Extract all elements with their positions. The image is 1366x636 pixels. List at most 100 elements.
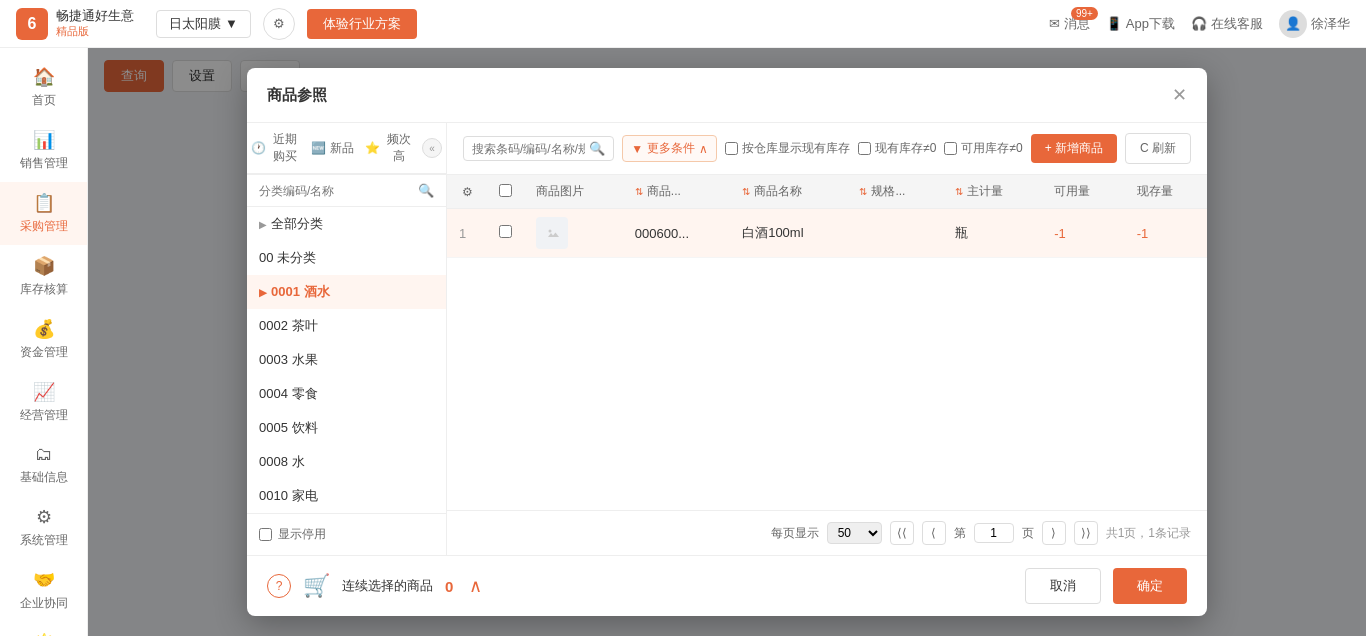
sidebar-item-sales[interactable]: 📊 销售管理	[0, 119, 87, 182]
category-item-all[interactable]: ▶ 全部分类	[247, 207, 446, 241]
table-row[interactable]: 1	[447, 209, 1207, 258]
store-selector[interactable]: 日太阳膜 ▼	[156, 10, 251, 38]
modal-close-button[interactable]: ✕	[1172, 84, 1187, 106]
th-product-code: ⇅ 商品...	[623, 175, 730, 209]
page-number-input[interactable]	[974, 523, 1014, 543]
new-icon: 🆕	[311, 141, 326, 155]
page-of-label: 页	[1022, 525, 1034, 542]
add-product-button[interactable]: + 新增商品	[1031, 134, 1117, 163]
collapse-left-button[interactable]: «	[422, 138, 442, 158]
online-service-nav-item[interactable]: 🎧 在线客服	[1191, 15, 1263, 33]
stock-not-zero-checkbox[interactable]	[858, 142, 871, 155]
sort-icon-name: ⇅	[742, 186, 750, 197]
sidebar-item-finance[interactable]: 💰 资金管理	[0, 308, 87, 371]
th-product-image: 商品图片	[524, 175, 623, 209]
message-badge: 99+	[1071, 7, 1098, 20]
nav-icons: ✉ 消息 99+ 📱 App下载 🎧 在线客服 👤 徐泽华	[1049, 10, 1350, 38]
tab-high-frequency[interactable]: ⭐ 频次高	[361, 123, 418, 173]
cell-image	[524, 209, 623, 258]
help-button[interactable]: ?	[267, 574, 291, 598]
checkbox-stock-not-zero[interactable]: 现有库存≠0	[858, 140, 936, 157]
operations-icon: 📈	[33, 381, 55, 403]
arrow-active-icon: ▶	[259, 287, 267, 298]
modal-title: 商品参照	[267, 86, 327, 105]
gear-button[interactable]: ⚙	[263, 8, 295, 40]
category-item-water[interactable]: 0008 水	[247, 445, 446, 479]
th-spec: ⇅ 规格...	[847, 175, 943, 209]
display-disabled-checkbox[interactable]	[259, 528, 272, 541]
category-label-liquor: 0001 酒水	[271, 283, 330, 301]
finance-icon: 💰	[33, 318, 55, 340]
category-item-fruit[interactable]: 0003 水果	[247, 343, 446, 377]
category-label-tea: 0002 茶叶	[259, 317, 318, 335]
inventory-icon: 📦	[33, 255, 55, 277]
last-page-button[interactable]: ⟩⟩	[1074, 521, 1098, 545]
category-search-input[interactable]	[259, 184, 414, 198]
sidebar-item-inventory[interactable]: 📦 库存核算	[0, 245, 87, 308]
username-label: 徐泽华	[1311, 15, 1350, 33]
category-item-appliance[interactable]: 0010 家电	[247, 479, 446, 513]
cart-icon[interactable]: 🛒	[303, 573, 330, 599]
category-item-snacks[interactable]: 0004 零食	[247, 377, 446, 411]
sidebar-item-system[interactable]: ⚙ 系统管理	[0, 496, 87, 559]
cell-name: 白酒100ml	[730, 209, 847, 258]
sidebar-label-inventory: 库存核算	[20, 281, 68, 298]
sidebar-item-home[interactable]: 🏠 首页	[0, 56, 87, 119]
prev-page-button[interactable]: ⟨	[922, 521, 946, 545]
category-label-fruit: 0003 水果	[259, 351, 318, 369]
user-avatar[interactable]: 👤 徐泽华	[1279, 10, 1350, 38]
cancel-button[interactable]: 取消	[1025, 568, 1101, 604]
avatar-icon: 👤	[1279, 10, 1307, 38]
page-label: 第	[954, 525, 966, 542]
sidebar-label-enterprise: 企业协同	[20, 595, 68, 612]
app-download-label: App下载	[1126, 15, 1175, 33]
category-label-snacks: 0004 零食	[259, 385, 318, 403]
stock-not-zero-label: 现有库存≠0	[875, 140, 936, 157]
category-label-uncategorized: 00 未分类	[259, 249, 316, 267]
category-item-beverage[interactable]: 0005 饮料	[247, 411, 446, 445]
arrow-right-icon: ▶	[259, 219, 267, 230]
page-size-select[interactable]: 50 20 100	[827, 522, 882, 544]
app-download-nav-item[interactable]: 📱 App下载	[1106, 15, 1175, 33]
system-icon: ⚙	[36, 506, 52, 528]
select-all-checkbox[interactable]	[499, 184, 512, 197]
category-item-uncategorized[interactable]: 00 未分类	[247, 241, 446, 275]
warehouse-stock-checkbox[interactable]	[725, 142, 738, 155]
checkbox-available-not-zero[interactable]: 可用库存≠0	[944, 140, 1022, 157]
modal-body: 🕐 近期购买 🆕 新品 ⭐ 频次高 «	[247, 123, 1207, 555]
category-label-beverage: 0005 饮料	[259, 419, 318, 437]
sidebar-item-guide[interactable]: 🌟 新手引导	[0, 622, 87, 636]
available-not-zero-checkbox[interactable]	[944, 142, 957, 155]
chevron-down-icon: ▼	[225, 16, 238, 31]
tab-new-product[interactable]: 🆕 新品	[304, 123, 361, 173]
confirm-button[interactable]: 确定	[1113, 568, 1187, 604]
th-product-name: ⇅ 商品名称	[730, 175, 847, 209]
refresh-product-button[interactable]: C 刷新	[1125, 133, 1191, 164]
product-search-icon: 🔍	[589, 141, 605, 156]
sidebar-item-procurement[interactable]: 📋 采购管理	[0, 182, 87, 245]
next-page-button[interactable]: ⟩	[1042, 521, 1066, 545]
th-settings: ⚙	[447, 175, 487, 209]
modal-left-panel: 🕐 近期购买 🆕 新品 ⭐ 频次高 «	[247, 123, 447, 555]
category-item-liquor[interactable]: ▶ 0001 酒水	[247, 275, 446, 309]
modal-header: 商品参照 ✕	[247, 68, 1207, 123]
cell-code: 000600...	[623, 209, 730, 258]
row-checkbox[interactable]	[499, 225, 512, 238]
sidebar-item-operations[interactable]: 📈 经营管理	[0, 371, 87, 434]
category-search-row: 🔍	[247, 174, 446, 207]
tab-recent-purchase[interactable]: 🕐 近期购买	[247, 123, 304, 173]
category-item-tea[interactable]: 0002 茶叶	[247, 309, 446, 343]
checkbox-warehouse-stock[interactable]: 按仓库显示现有库存	[725, 140, 850, 157]
sidebar-label-finance: 资金管理	[20, 344, 68, 361]
sidebar-item-basic-info[interactable]: 🗂 基础信息	[0, 434, 87, 496]
product-search-input[interactable]	[472, 142, 585, 156]
home-icon: 🏠	[33, 66, 55, 88]
recent-purchase-label: 近期购买	[270, 131, 300, 165]
collapse-cart-button[interactable]: ∧	[469, 575, 482, 597]
trial-button[interactable]: 体验行业方案	[307, 9, 417, 39]
message-nav-item[interactable]: ✉ 消息 99+	[1049, 15, 1090, 33]
more-conditions-button[interactable]: ▼ 更多条件 ∧	[622, 135, 717, 162]
first-page-button[interactable]: ⟨⟨	[890, 521, 914, 545]
product-search-wrap: 🔍	[463, 136, 614, 161]
sidebar-item-enterprise[interactable]: 🤝 企业协同	[0, 559, 87, 622]
